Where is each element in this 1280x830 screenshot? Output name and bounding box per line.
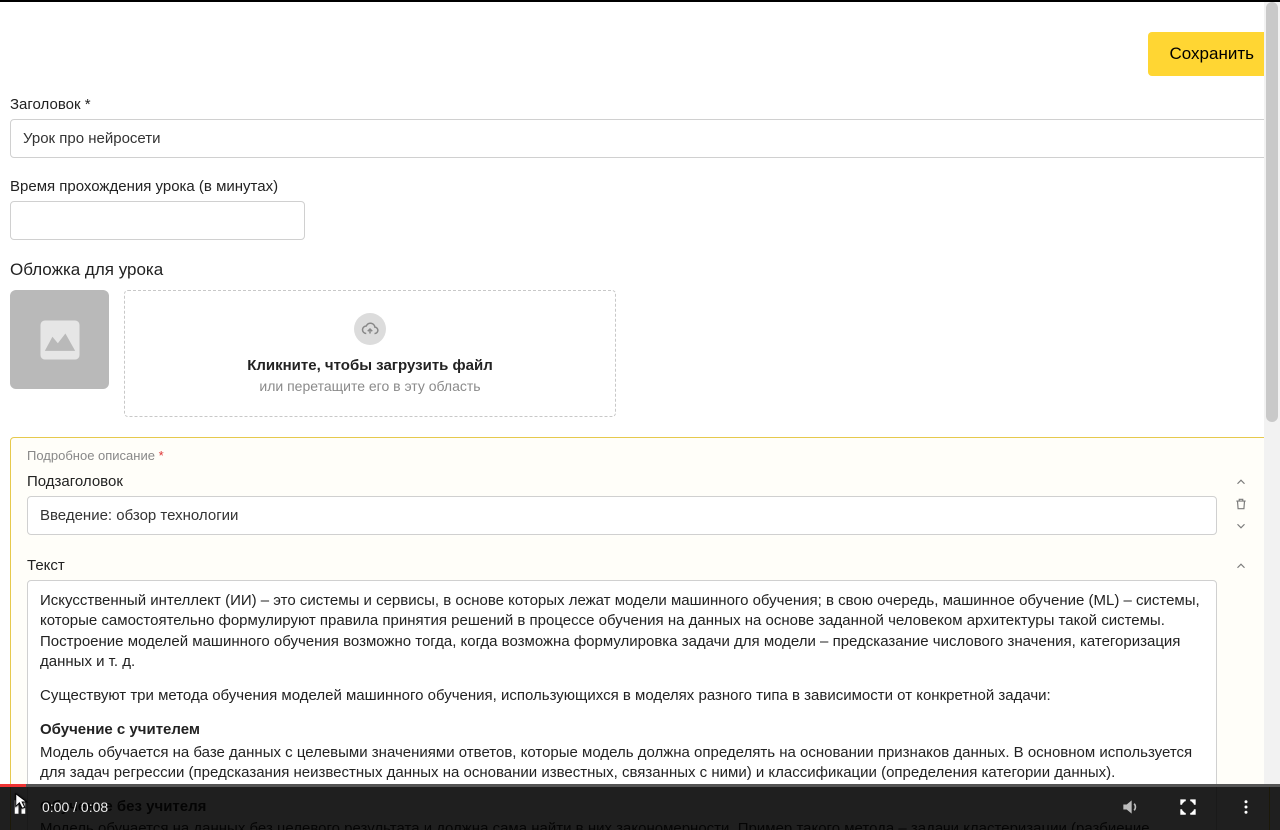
pause-icon xyxy=(11,798,29,816)
trash-icon xyxy=(1234,497,1248,511)
move-down-button[interactable] xyxy=(1231,517,1251,535)
upload-dropzone[interactable]: Кликните, чтобы загрузить файл или перет… xyxy=(124,290,616,417)
vertical-dots-icon xyxy=(1237,798,1255,816)
chevron-down-icon xyxy=(1234,519,1248,533)
text-label: Текст xyxy=(27,557,1217,574)
paragraph: Модель обучается на базе данных с целевы… xyxy=(40,743,1204,784)
cover-label: Обложка для урока xyxy=(10,260,1270,280)
chevron-up-icon xyxy=(1234,559,1248,573)
upload-cloud-icon xyxy=(354,313,386,345)
duration-input[interactable] xyxy=(10,201,305,240)
video-progress-track[interactable] xyxy=(0,784,1280,787)
pause-button[interactable] xyxy=(0,787,40,827)
volume-icon xyxy=(1120,797,1140,817)
move-up-button[interactable] xyxy=(1231,473,1251,491)
vertical-scrollbar[interactable] xyxy=(1264,2,1280,784)
bold-heading: Обучение с учителем xyxy=(40,721,200,738)
subheading-label: Подзаголовок xyxy=(27,473,1217,490)
duration-label: Время прохождения урока (в минутах) xyxy=(10,178,1270,195)
chevron-up-icon xyxy=(1234,475,1248,489)
save-button[interactable]: Сохранить xyxy=(1148,32,1276,76)
title-label: Заголовок * xyxy=(10,96,1270,113)
dropzone-main-text: Кликните, чтобы загрузить файл xyxy=(247,357,493,374)
fullscreen-icon xyxy=(1179,798,1197,816)
move-up-button[interactable] xyxy=(1231,557,1251,575)
more-options-button[interactable] xyxy=(1226,787,1266,827)
paragraph: Существуют три метода обучения моделей м… xyxy=(40,686,1204,706)
detail-header: Подробное описание * xyxy=(27,448,1253,463)
subheading-input[interactable] xyxy=(27,496,1217,535)
video-time: 0:00 / 0:08 xyxy=(42,799,108,815)
paragraph: Искусственный интеллект (ИИ) – это систе… xyxy=(40,591,1204,672)
fullscreen-button[interactable] xyxy=(1168,787,1208,827)
scrollbar-thumb[interactable] xyxy=(1266,2,1278,422)
delete-block-button[interactable] xyxy=(1231,495,1251,513)
dropzone-sub-text: или перетащите его в эту область xyxy=(259,378,480,394)
volume-button[interactable] xyxy=(1110,787,1150,827)
title-input[interactable] xyxy=(10,119,1270,158)
image-placeholder-icon xyxy=(34,314,86,366)
detail-section: Подробное описание * Подзаголовок Текст xyxy=(10,437,1270,830)
video-control-bar: 0:00 / 0:08 xyxy=(0,784,1280,830)
cover-thumbnail[interactable] xyxy=(10,290,109,389)
